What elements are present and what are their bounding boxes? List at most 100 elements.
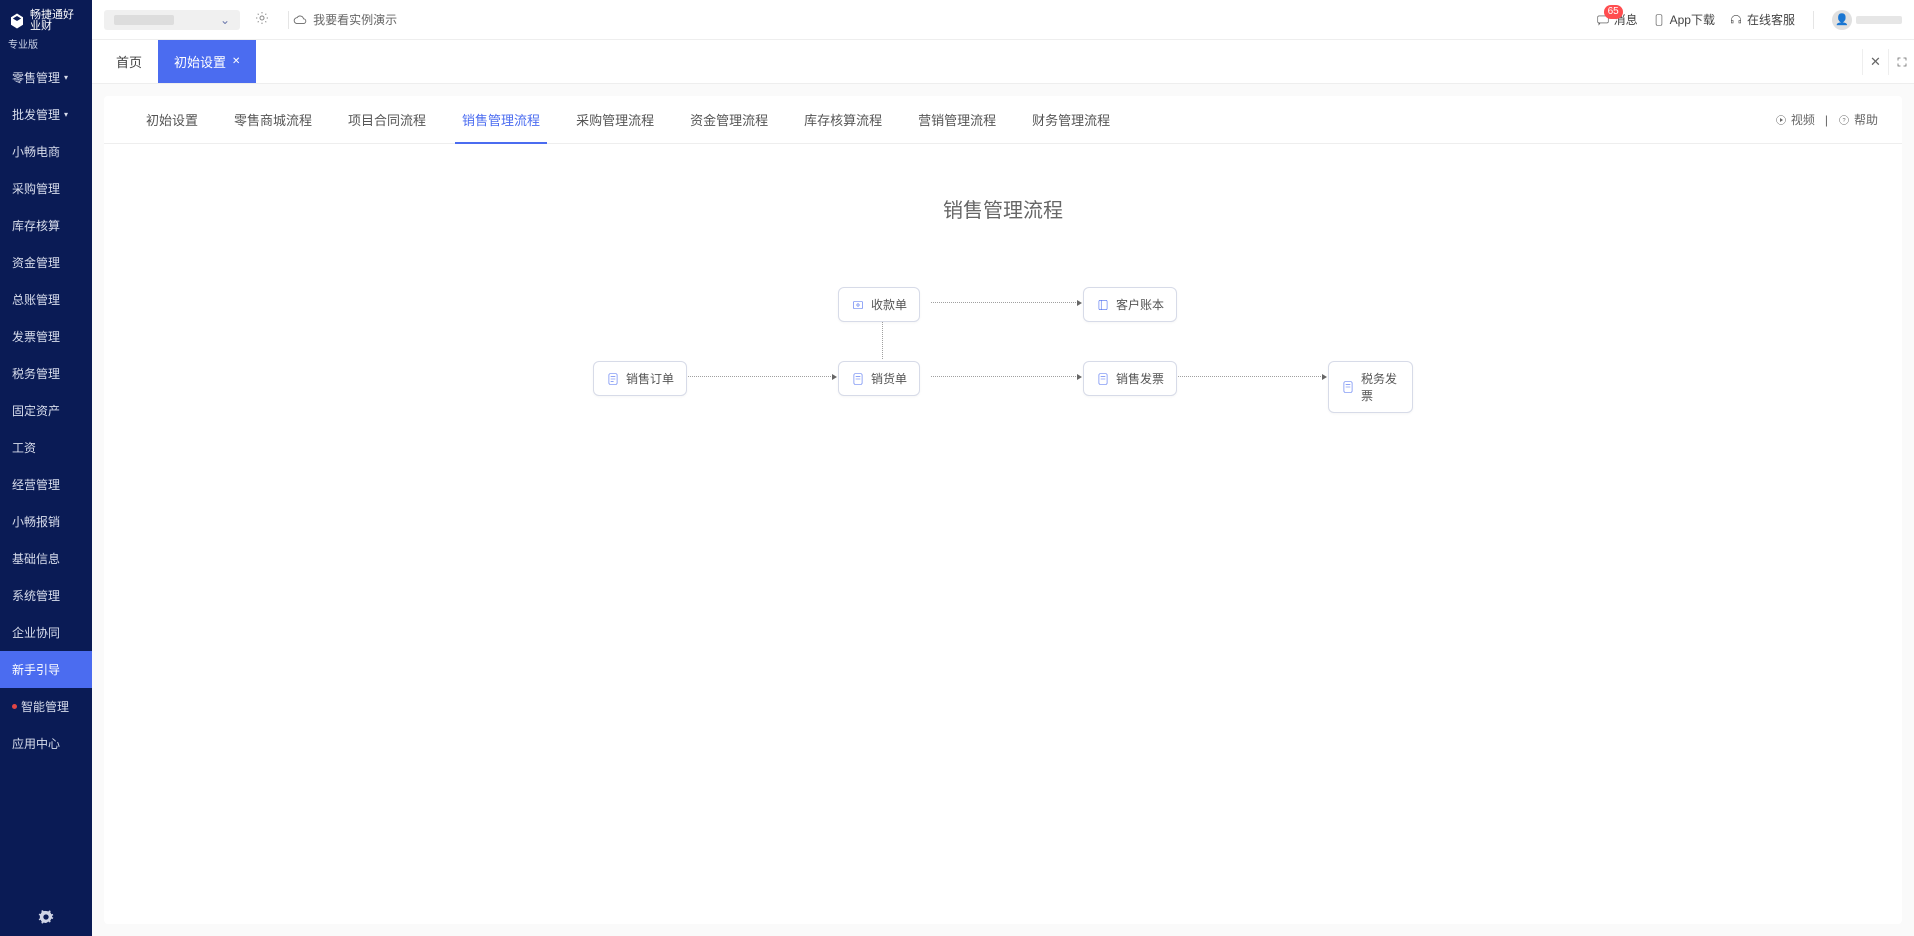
node-label: 收款单 [871,296,907,313]
service-label: 在线客服 [1747,11,1795,28]
close-icon[interactable]: ✕ [232,56,240,67]
caret-down-icon: ▾ [64,73,68,82]
divider [1813,11,1814,29]
node-sales-order[interactable]: 销售订单 [593,361,687,396]
sidebar-item[interactable]: 企业协同 [0,614,92,651]
sidebar-item-label: 工资 [12,439,36,456]
headset-icon [1729,13,1743,27]
doc-icon [1341,380,1355,394]
video-link[interactable]: 视频 [1775,111,1815,128]
subtab[interactable]: 零售商城流程 [216,96,330,143]
help-label: 帮助 [1854,111,1878,128]
sidebar-item[interactable]: 智能管理 [0,688,92,725]
sidebar-item[interactable]: 零售管理▾ [0,59,92,96]
brand-edition: 专业版 [0,36,92,59]
app-download-button[interactable]: App下载 [1652,11,1715,28]
username-placeholder [1856,16,1902,24]
svg-text:?: ? [1842,118,1845,124]
sidebar-item[interactable]: 小畅报销 [0,503,92,540]
close-all-button[interactable]: ✕ [1862,49,1888,75]
divider [288,11,289,29]
arrow [1176,376,1323,377]
play-icon [1775,114,1787,126]
node-delivery[interactable]: 销货单 [838,361,920,396]
sidebar-item[interactable]: 应用中心 [0,725,92,762]
subtab[interactable]: 采购管理流程 [558,96,672,143]
subtab[interactable]: 资金管理流程 [672,96,786,143]
header-right: 65 消息 App下载 在线客服 👤 [1596,10,1902,30]
sidebar-item[interactable]: 批发管理▾ [0,96,92,133]
customer-service-button[interactable]: 在线客服 [1729,11,1795,28]
brand-mark-icon [8,12,26,30]
sidebar-item[interactable]: 资金管理 [0,244,92,281]
sidebar-item[interactable]: 新手引导 [0,651,92,688]
subtab[interactable]: 销售管理流程 [444,96,558,143]
sidebar-item[interactable]: 系统管理 [0,577,92,614]
subtab[interactable]: 财务管理流程 [1014,96,1128,143]
account-name-placeholder [114,15,174,25]
sidebar-nav: 零售管理▾批发管理▾小畅电商采购管理库存核算资金管理总账管理发票管理税务管理固定… [0,59,92,901]
settings-button[interactable] [254,10,270,29]
subtab[interactable]: 库存核算流程 [786,96,900,143]
help-icon: ? [1838,114,1850,126]
sidebar-item[interactable]: 固定资产 [0,392,92,429]
sidebar-item-label: 发票管理 [12,328,60,345]
download-label: App下载 [1670,11,1715,28]
sidebar-item[interactable]: 库存核算 [0,207,92,244]
expand-icon [1896,56,1908,68]
help-link[interactable]: ? 帮助 [1838,111,1878,128]
sidebar-item-label: 小畅报销 [12,513,60,530]
sidebar-item[interactable]: 基础信息 [0,540,92,577]
sidebar-item[interactable]: 经营管理 [0,466,92,503]
sidebar-item-label: 采购管理 [12,180,60,197]
diagram-canvas: 销售订单 销货单 销售发票 税务发票 收款单 客户账本 [593,273,1413,433]
subtab[interactable]: 项目合同流程 [330,96,444,143]
brand-logo: 畅捷通好业财 [0,0,92,36]
notification-dot-icon [12,704,17,709]
sidebar-item[interactable]: 税务管理 [0,355,92,392]
tabs-actions: ✕ [1862,49,1914,75]
avatar-icon: 👤 [1832,10,1852,30]
sidebar-settings-button[interactable] [0,901,92,936]
sidebar-item[interactable]: 发票管理 [0,318,92,355]
node-label: 税务发票 [1361,370,1400,404]
brand-name: 畅捷通好业财 [30,10,84,32]
node-customer-ledger[interactable]: 客户账本 [1083,287,1177,322]
sidebar-item-label: 库存核算 [12,217,60,234]
sidebar-item[interactable]: 总账管理 [0,281,92,318]
user-avatar[interactable]: 👤 [1832,10,1902,30]
arrow [686,376,833,377]
divider: | [1825,113,1828,127]
sidebar-item-label: 基础信息 [12,550,60,567]
node-tax-invoice[interactable]: 税务发票 [1328,361,1413,413]
doc-icon [606,372,620,386]
header: ⌄ 我要看实例演示 65 消息 App下载 在线客服 [92,0,1914,40]
sidebar-item-label: 经营管理 [12,476,60,493]
subtab[interactable]: 营销管理流程 [900,96,1014,143]
sidebar-item-label: 新手引导 [12,661,60,678]
account-selector[interactable]: ⌄ [104,10,240,30]
page-tab[interactable]: 初始设置 ✕ [158,40,256,83]
main: ⌄ 我要看实例演示 65 消息 App下载 在线客服 [92,0,1914,936]
demo-link[interactable]: 我要看实例演示 [293,11,397,28]
page-tab[interactable]: 首页 [100,40,158,83]
sidebar-item[interactable]: 小畅电商 [0,133,92,170]
sidebar-item-label: 税务管理 [12,365,60,382]
node-sales-invoice[interactable]: 销售发票 [1083,361,1177,396]
sidebar-item-label: 小畅电商 [12,143,60,160]
sidebar-item[interactable]: 工资 [0,429,92,466]
doc-icon [851,372,865,386]
messages-button[interactable]: 65 消息 [1596,11,1638,28]
sidebar-item-label: 资金管理 [12,254,60,271]
sidebar-item-label: 应用中心 [12,735,60,752]
subtab[interactable]: 初始设置 [128,96,216,143]
fullscreen-button[interactable] [1888,49,1914,75]
node-receipt[interactable]: 收款单 [838,287,920,322]
sidebar-item-label: 总账管理 [12,291,60,308]
doc-icon [1096,372,1110,386]
sidebar-item-label: 系统管理 [12,587,60,604]
sidebar-item-label: 批发管理 [12,106,60,123]
tab-label: 初始设置 [174,52,226,71]
sidebar-item[interactable]: 采购管理 [0,170,92,207]
ledger-icon [1096,298,1110,312]
